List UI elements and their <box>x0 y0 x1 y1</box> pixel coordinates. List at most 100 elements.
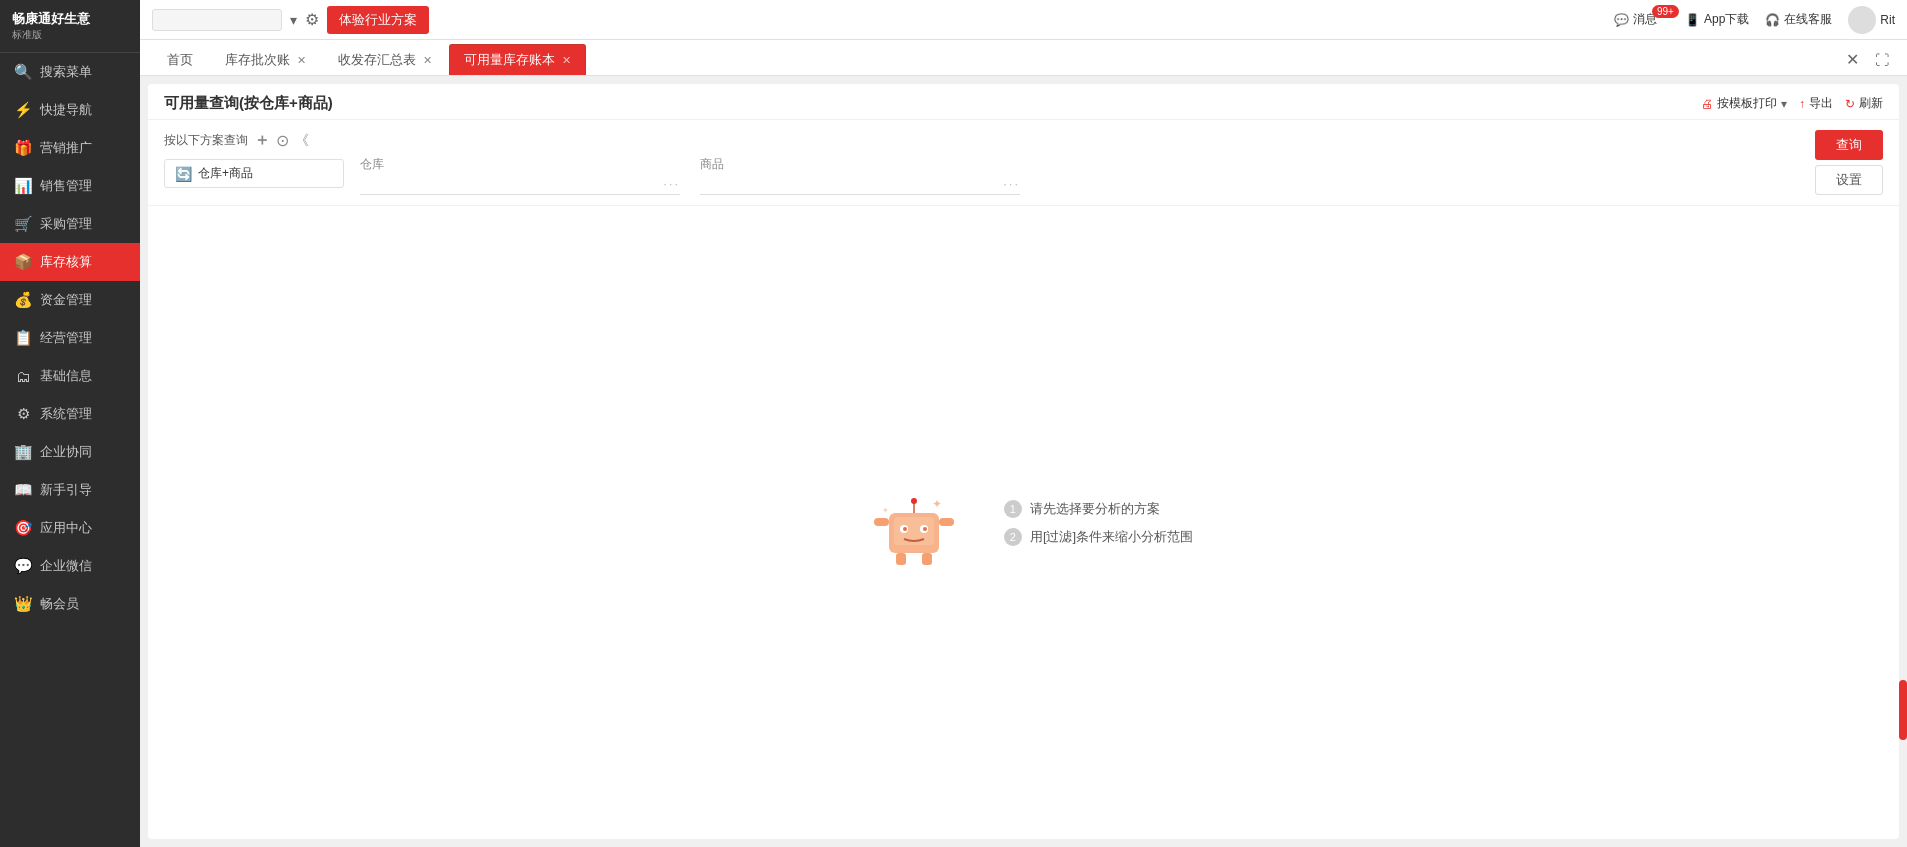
svg-point-5 <box>923 527 927 531</box>
filter-label: 按以下方案查询 <box>164 132 248 149</box>
sidebar-item-basic[interactable]: 🗂 基础信息 <box>0 357 140 395</box>
sidebar-item-search[interactable]: 🔍 搜索菜单 <box>0 53 140 91</box>
tabbar: 首页 库存批次账 ✕ 收发存汇总表 ✕ 可用量库存账本 ✕ ✕ ⛶ <box>140 40 1907 76</box>
scheme-item[interactable]: 🔄 仓库+商品 <box>164 159 344 188</box>
dropdown-icon[interactable]: ▾ <box>290 12 297 28</box>
empty-tip-2: 2 用[过滤]条件来缩小分析范围 <box>1004 528 1193 546</box>
refresh-label: 刷新 <box>1859 95 1883 112</box>
message-item[interactable]: 💬 消息 99+ <box>1614 11 1669 28</box>
content-area: 可用量查询(按仓库+商品) 🖨 按模板打印 ▾ ↑ 导出 ↻ 刷新 <box>148 84 1899 839</box>
query-button[interactable]: 查询 <box>1815 130 1883 160</box>
sidebar-item-label: 资金管理 <box>40 291 92 309</box>
tab-batch-label: 库存批次账 <box>225 51 290 69</box>
tab-available-close[interactable]: ✕ <box>562 54 571 67</box>
product-dots[interactable]: ··· <box>1003 176 1020 191</box>
tabbar-actions: ✕ ⛶ <box>1840 48 1895 75</box>
sidebar-item-operation[interactable]: 📋 经营管理 <box>0 319 140 357</box>
collapse-icon[interactable]: 《 <box>295 132 309 150</box>
sidebar-item-apps[interactable]: 🎯 应用中心 <box>0 509 140 547</box>
sidebar-item-system[interactable]: ⚙ 系统管理 <box>0 395 140 433</box>
tab-batch[interactable]: 库存批次账 ✕ <box>210 44 321 75</box>
tab-batch-close[interactable]: ✕ <box>297 54 306 67</box>
page-title: 可用量查询(按仓库+商品) <box>164 94 333 113</box>
wechat-icon: 💬 <box>14 557 32 575</box>
trial-button[interactable]: 体验行业方案 <box>327 6 429 34</box>
add-scheme-icon[interactable]: ＋ <box>254 130 270 151</box>
product-input-wrap: ··· <box>700 176 1020 195</box>
money-icon: 💰 <box>14 291 32 309</box>
sidebar-item-label: 企业微信 <box>40 557 92 575</box>
print-button[interactable]: 🖨 按模板打印 ▾ <box>1701 95 1787 112</box>
expand-tab-button[interactable]: ⛶ <box>1869 50 1895 70</box>
scheme-icon: 🔄 <box>175 166 192 182</box>
sidebar-item-label: 采购管理 <box>40 215 92 233</box>
sidebar-item-purchase[interactable]: 🛒 采购管理 <box>0 205 140 243</box>
scrollbar-track <box>1899 200 1907 800</box>
settings-icon[interactable]: ⚙ <box>305 10 319 29</box>
print-icon: 🖨 <box>1701 97 1713 111</box>
app-download-item[interactable]: 📱 App下载 <box>1685 11 1749 28</box>
warehouse-input-wrap: ··· <box>360 176 680 195</box>
user-avatar-item[interactable]: Rit <box>1848 6 1895 34</box>
tab-available[interactable]: 可用量库存账本 ✕ <box>449 44 586 75</box>
building-icon: 🏢 <box>14 443 32 461</box>
headset-icon: 🎧 <box>1765 13 1780 27</box>
refresh-button[interactable]: ↻ 刷新 <box>1845 95 1883 112</box>
export-button[interactable]: ↑ 导出 <box>1799 95 1833 112</box>
tip-text-1: 请先选择要分析的方案 <box>1030 500 1160 518</box>
sidebar-item-label: 系统管理 <box>40 405 92 423</box>
tab-home[interactable]: 首页 <box>152 44 208 75</box>
search-input[interactable] <box>152 9 282 31</box>
scheme-label: 仓库+商品 <box>198 165 253 182</box>
lightning-icon: ⚡ <box>14 101 32 119</box>
warehouse-input[interactable] <box>360 176 663 191</box>
sidebar-logo: 畅康通好生意 标准版 <box>0 0 140 53</box>
message-icon: 💬 <box>1614 13 1629 27</box>
warehouse-dots[interactable]: ··· <box>663 176 680 191</box>
tab-available-label: 可用量库存账本 <box>464 51 555 69</box>
scheme-settings-icon[interactable]: ⊙ <box>276 131 289 150</box>
empty-state: ✦ ✦ 1 请先选择要分析的方案 2 用[过滤]条件来缩小分析范围 <box>148 206 1899 839</box>
svg-rect-9 <box>922 553 932 565</box>
header-actions: 🖨 按模板打印 ▾ ↑ 导出 ↻ 刷新 <box>1701 95 1883 112</box>
filter-left: 按以下方案查询 ＋ ⊙ 《 🔄 仓库+商品 <box>164 130 344 188</box>
close-all-tabs-button[interactable]: ✕ <box>1840 48 1865 71</box>
sidebar-item-shortcut[interactable]: ⚡ 快捷导航 <box>0 91 140 129</box>
sidebar-item-newbie[interactable]: 📖 新手引导 <box>0 471 140 509</box>
tab-summary-close[interactable]: ✕ <box>423 54 432 67</box>
sidebar-item-marketing[interactable]: 🎁 营销推广 <box>0 129 140 167</box>
sidebar-item-label: 企业协同 <box>40 443 92 461</box>
user-name: Rit <box>1880 13 1895 27</box>
sidebar-item-sales[interactable]: 📊 销售管理 <box>0 167 140 205</box>
svg-point-7 <box>911 498 917 504</box>
product-field: 商品 ··· <box>700 156 1020 195</box>
app-edition: 标准版 <box>12 28 128 42</box>
scrollbar-thumb[interactable] <box>1899 680 1907 740</box>
main-area: ▾ ⚙ 体验行业方案 💬 消息 99+ 📱 App下载 🎧 在线客服 Rit <box>140 0 1907 847</box>
online-service-item[interactable]: 🎧 在线客服 <box>1765 11 1832 28</box>
sidebar: 畅康通好生意 标准版 🔍 搜索菜单 ⚡ 快捷导航 🎁 营销推广 📊 销售管理 🛒… <box>0 0 140 847</box>
sidebar-item-member[interactable]: 👑 畅会员 <box>0 585 140 623</box>
tab-home-label: 首页 <box>167 51 193 69</box>
warehouse-label: 仓库 <box>360 156 680 173</box>
export-icon: ↑ <box>1799 97 1805 111</box>
refresh-icon: ↻ <box>1845 97 1855 111</box>
tab-summary-label: 收发存汇总表 <box>338 51 416 69</box>
sidebar-item-label: 基础信息 <box>40 367 92 385</box>
sidebar-item-label: 库存核算 <box>40 253 92 271</box>
sidebar-item-finance[interactable]: 💰 资金管理 <box>0 281 140 319</box>
phone-icon: 📱 <box>1685 13 1700 27</box>
filter-settings-button[interactable]: 设置 <box>1815 165 1883 195</box>
sidebar-item-label: 快捷导航 <box>40 101 92 119</box>
clipboard-icon: 📋 <box>14 329 32 347</box>
print-dropdown-icon[interactable]: ▾ <box>1781 97 1787 111</box>
warehouse-field: 仓库 ··· <box>360 156 680 195</box>
filter-fields-row: 仓库 ··· 商品 ··· <box>360 130 1883 195</box>
sidebar-item-label: 畅会员 <box>40 595 79 613</box>
tab-summary[interactable]: 收发存汇总表 ✕ <box>323 44 447 75</box>
product-input[interactable] <box>700 176 1003 191</box>
gear-icon: ⚙ <box>14 405 32 423</box>
sidebar-item-inventory[interactable]: 📦 库存核算 <box>0 243 140 281</box>
sidebar-item-corp[interactable]: 🏢 企业协同 <box>0 433 140 471</box>
sidebar-item-wechat[interactable]: 💬 企业微信 <box>0 547 140 585</box>
